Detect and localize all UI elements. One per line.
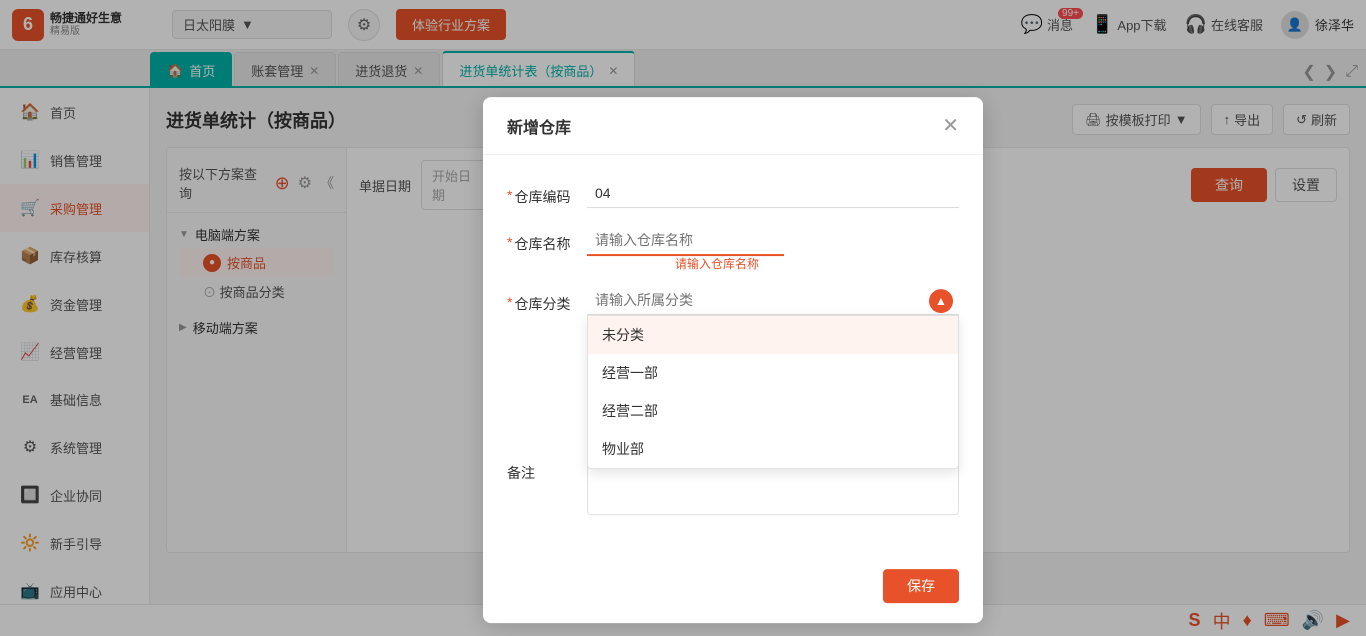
- dropdown-item-0[interactable]: 未分类: [588, 316, 958, 354]
- category-row: * 仓库分类 ▲ 未分类 经营一部 经营二部 物业部: [507, 286, 959, 315]
- modal-footer: 保存: [483, 557, 983, 623]
- dropdown-item-3[interactable]: 物业部: [588, 430, 958, 468]
- category-dropdown-toggle[interactable]: ▲: [929, 289, 953, 313]
- modal-header: 新增仓库 ✕: [483, 97, 983, 155]
- dropdown-item-2[interactable]: 经营二部: [588, 392, 958, 430]
- code-label: * 仓库编码: [507, 179, 587, 207]
- new-warehouse-modal: 新增仓库 ✕ * 仓库编码 * 仓库名称 请输入仓库名称 *: [483, 97, 983, 623]
- name-label: * 仓库名称: [507, 226, 587, 254]
- category-select-wrapper: ▲ 未分类 经营一部 经营二部 物业部: [587, 286, 959, 315]
- name-input[interactable]: [587, 226, 784, 256]
- name-row: * 仓库名称 请输入仓库名称: [507, 226, 959, 256]
- category-dropdown-list: 未分类 经营一部 经营二部 物业部: [587, 315, 959, 469]
- category-label: * 仓库分类: [507, 286, 587, 314]
- code-input[interactable]: [587, 179, 959, 208]
- category-input[interactable]: [587, 286, 959, 315]
- modal-close-button[interactable]: ✕: [942, 113, 959, 138]
- name-error-message: 请输入仓库名称: [675, 255, 759, 272]
- modal-body: * 仓库编码 * 仓库名称 请输入仓库名称 * 仓库分类 ▲: [483, 155, 983, 557]
- modal-title: 新增仓库: [507, 114, 571, 138]
- notes-label: 备注: [507, 455, 587, 483]
- modal-save-button[interactable]: 保存: [883, 569, 959, 603]
- code-row: * 仓库编码: [507, 179, 959, 208]
- dropdown-item-1[interactable]: 经营一部: [588, 354, 958, 392]
